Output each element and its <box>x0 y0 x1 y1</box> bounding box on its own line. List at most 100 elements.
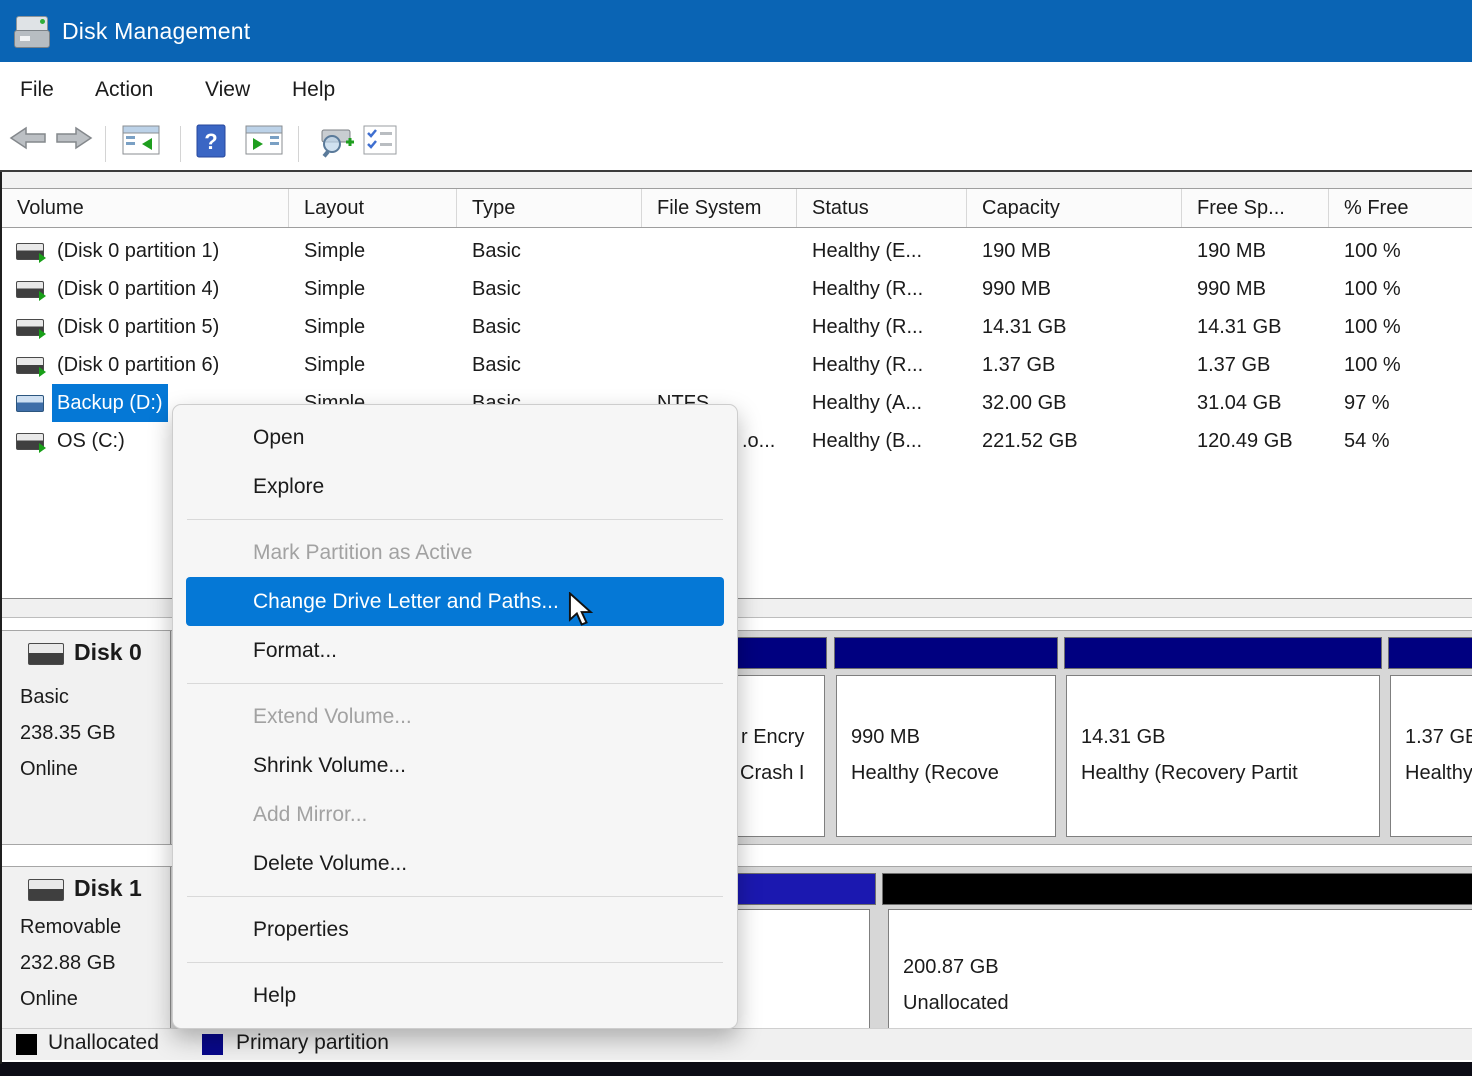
column-header-free-space[interactable]: Free Sp... <box>1182 189 1329 227</box>
cell-free-space: 14.31 GB <box>1182 308 1329 346</box>
menu-item-add-mirror: Add Mirror... <box>173 790 737 839</box>
cell-capacity: 990 MB <box>967 270 1182 308</box>
disk-size: 238.35 GB <box>20 722 116 745</box>
volume-name: (Disk 0 partition 5) <box>52 308 224 346</box>
column-header-layout[interactable]: Layout <box>289 189 457 227</box>
volume-icon <box>16 319 44 336</box>
cell-free-space: 190 MB <box>1182 232 1329 270</box>
cell-capacity: 32.00 GB <box>967 384 1182 422</box>
cell-pct-free: 100 % <box>1329 308 1472 346</box>
column-header-type[interactable]: Type <box>457 189 642 227</box>
refresh-disks-icon[interactable] <box>316 124 356 158</box>
svg-text:?: ? <box>204 129 217 154</box>
cell-file-system <box>642 270 797 308</box>
cell-file-system <box>642 346 797 384</box>
volume-table-header: Volume Layout Type File System Status Ca… <box>2 188 1472 228</box>
column-header-capacity[interactable]: Capacity <box>967 189 1182 227</box>
cell-free-space: 120.49 GB <box>1182 422 1329 460</box>
disk-size: 232.88 GB <box>20 952 116 975</box>
cell-layout: Simple <box>289 308 457 346</box>
table-row[interactable]: (Disk 0 partition 1) Simple Basic Health… <box>2 232 1472 270</box>
volume-context-menu: Open Explore Mark Partition as Active Ch… <box>172 404 738 1029</box>
cell-type: Basic <box>457 308 642 346</box>
menu-divider <box>187 962 723 963</box>
show-console-tree-icon[interactable] <box>122 124 160 156</box>
help-icon[interactable]: ? <box>196 124 226 158</box>
forward-icon[interactable] <box>54 124 94 152</box>
menu-item-format[interactable]: Format... <box>173 626 737 675</box>
disk-management-app-icon <box>14 14 50 48</box>
cell-pct-free: 100 % <box>1329 232 1472 270</box>
window-title: Disk Management <box>62 18 250 45</box>
menu-file[interactable]: File <box>20 62 54 118</box>
cell-type: Basic <box>457 270 642 308</box>
cell-layout: Simple <box>289 346 457 384</box>
partition-status: Healthy ( <box>1405 762 1472 785</box>
column-header-status[interactable]: Status <box>797 189 967 227</box>
menu-item-mark-partition-active: Mark Partition as Active <box>173 528 737 577</box>
disk-properties-icon[interactable] <box>362 124 398 156</box>
partition-status: Healthy (Recove <box>851 762 999 785</box>
cell-layout: Simple <box>289 270 457 308</box>
cell-status: Healthy (B... <box>797 422 967 460</box>
back-icon[interactable] <box>8 124 48 152</box>
mouse-cursor <box>566 592 596 633</box>
disk-icon <box>28 879 64 901</box>
cell-status: Healthy (R... <box>797 308 967 346</box>
client-left-border <box>0 172 2 1064</box>
table-row[interactable]: (Disk 0 partition 6) Simple Basic Health… <box>2 346 1472 384</box>
menu-item-open[interactable]: Open <box>173 413 737 462</box>
menu-help[interactable]: Help <box>292 62 335 118</box>
cell-capacity: 221.52 GB <box>967 422 1182 460</box>
menu-action[interactable]: Action <box>95 62 153 118</box>
table-row[interactable]: (Disk 0 partition 5) Simple Basic Health… <box>2 308 1472 346</box>
partition-status: Healthy (Recovery Partit <box>1081 762 1298 785</box>
partition-size: 990 MB <box>851 726 920 749</box>
menu-item-properties[interactable]: Properties <box>173 905 737 954</box>
cell-capacity: 190 MB <box>967 232 1182 270</box>
column-header-pct-free[interactable]: % Free <box>1329 189 1472 227</box>
disk-management-window: Disk Management File Action View Help <box>0 0 1472 1076</box>
menu-view[interactable]: View <box>205 62 250 118</box>
unallocated-size: 200.87 GB <box>903 956 999 979</box>
partition-size: 14.31 GB <box>1081 726 1166 749</box>
cell-type: Basic <box>457 232 642 270</box>
cell-pct-free: 100 % <box>1329 270 1472 308</box>
client-gap <box>0 172 1472 188</box>
partition-size: 1.37 GB <box>1405 726 1472 749</box>
cell-file-system <box>642 232 797 270</box>
menu-item-delete-volume[interactable]: Delete Volume... <box>173 839 737 888</box>
volume-name-selected: Backup (D:) <box>52 384 168 422</box>
table-row[interactable]: (Disk 0 partition 4) Simple Basic Health… <box>2 270 1472 308</box>
cell-file-system <box>642 308 797 346</box>
menu-bar: File Action View Help <box>0 62 1472 118</box>
menu-item-explore[interactable]: Explore <box>173 462 737 511</box>
volume-icon <box>16 243 44 260</box>
show-action-pane-icon[interactable] <box>245 124 283 156</box>
cell-pct-free: 97 % <box>1329 384 1472 422</box>
menu-item-change-drive-letter[interactable]: Change Drive Letter and Paths... <box>186 577 724 626</box>
menu-item-help[interactable]: Help <box>173 971 737 1020</box>
disk-0-info-panel[interactable]: Disk 0 Basic 238.35 GB Online <box>2 631 171 844</box>
column-header-file-system[interactable]: File System <box>642 189 797 227</box>
cell-pct-free: 54 % <box>1329 422 1472 460</box>
disk-status: Online <box>20 758 78 781</box>
volume-name: (Disk 0 partition 6) <box>52 346 224 384</box>
disk-name: Disk 0 <box>74 639 142 666</box>
menu-item-extend-volume: Extend Volume... <box>173 692 737 741</box>
column-header-volume[interactable]: Volume <box>2 189 289 227</box>
cell-status: Healthy (A... <box>797 384 967 422</box>
unallocated-legend-label: Unallocated <box>48 1031 159 1055</box>
window-bottom-edge <box>0 1062 1472 1076</box>
disk-status: Online <box>20 988 78 1011</box>
cell-status: Healthy (R... <box>797 270 967 308</box>
cell-status: Healthy (R... <box>797 346 967 384</box>
partition-fragment-line1: r Encry <box>741 726 804 749</box>
disk-1-info-panel[interactable]: Disk 1 Removable 232.88 GB Online <box>2 867 171 1039</box>
primary-partition-legend-label: Primary partition <box>236 1031 389 1055</box>
partition-fragment-line2: Crash I <box>740 762 804 785</box>
volume-icon <box>16 281 44 298</box>
menu-item-shrink-volume[interactable]: Shrink Volume... <box>173 741 737 790</box>
menu-divider <box>187 519 723 520</box>
menu-divider <box>187 896 723 897</box>
